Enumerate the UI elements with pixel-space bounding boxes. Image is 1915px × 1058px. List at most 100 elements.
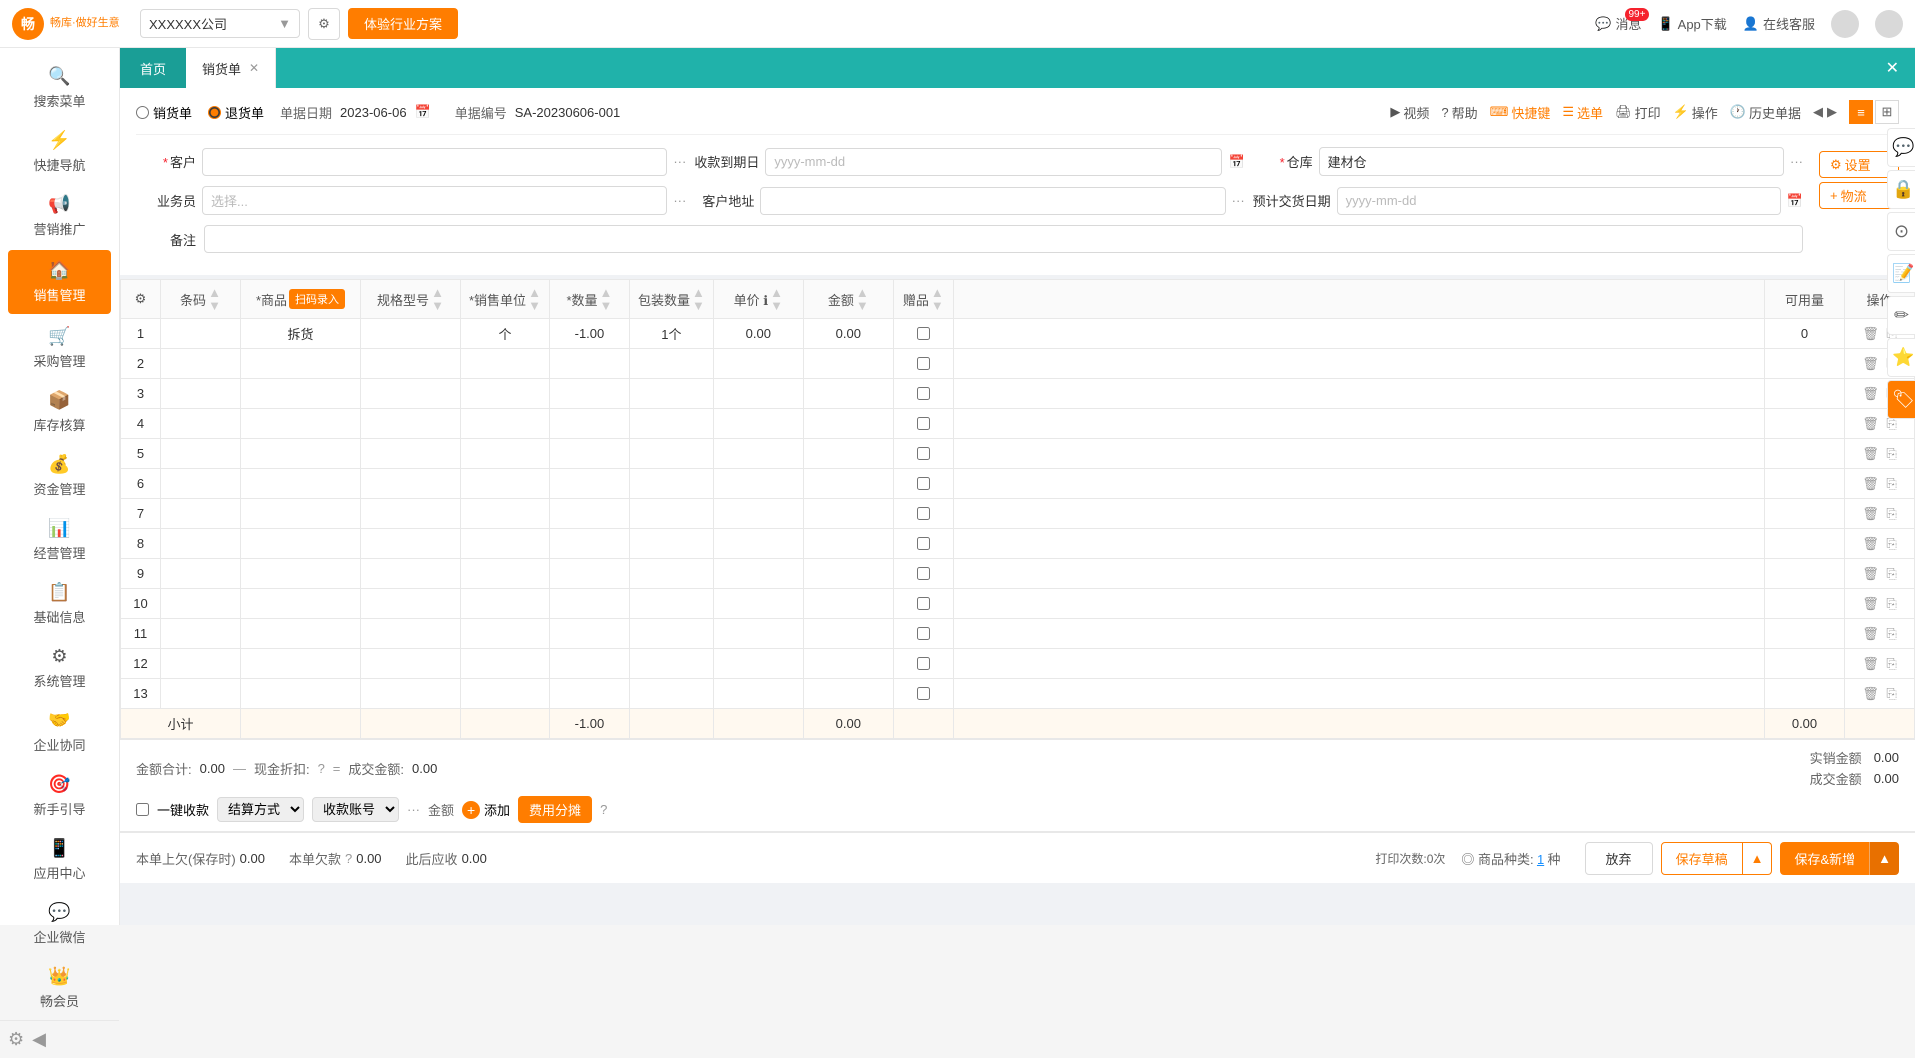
- sidebar-item-purchase[interactable]: 🛒 采购管理: [0, 316, 119, 380]
- row-product[interactable]: [241, 379, 361, 409]
- add-amount-btn[interactable]: +: [462, 801, 480, 819]
- row-product[interactable]: [241, 469, 361, 499]
- row-price[interactable]: [713, 379, 803, 409]
- sidebar-item-member[interactable]: 👑 畅会员: [0, 956, 119, 1020]
- select-action[interactable]: ☰ 选单: [1562, 103, 1603, 122]
- delete-icon[interactable]: 🗑: [1862, 536, 1879, 551]
- row-barcode[interactable]: [161, 619, 241, 649]
- row-qty[interactable]: [549, 649, 629, 679]
- row-qty[interactable]: -1.00: [549, 319, 629, 349]
- sidebar-item-finance[interactable]: 💰 资金管理: [0, 444, 119, 508]
- rp-circle-btn[interactable]: ⊙: [1887, 212, 1915, 251]
- row-qty[interactable]: [549, 679, 629, 709]
- row-price[interactable]: [713, 559, 803, 589]
- sidebar-item-basic[interactable]: 📋 基础信息: [0, 572, 119, 636]
- list-view-btn[interactable]: ≡: [1849, 100, 1873, 124]
- gift-checkbox[interactable]: [917, 477, 930, 490]
- operation-action[interactable]: ⚡ 操作: [1673, 103, 1718, 122]
- save-draft-main-btn[interactable]: 保存草稿: [1661, 842, 1743, 875]
- copy-icon[interactable]: ⎘: [1886, 656, 1896, 671]
- sidebar-item-operations[interactable]: 📊 经营管理: [0, 508, 119, 572]
- row-unit[interactable]: [461, 469, 550, 499]
- payment-due-input[interactable]: yyyy-mm-dd: [765, 148, 1222, 176]
- scan-btn[interactable]: 扫码录入: [289, 289, 345, 309]
- delete-icon[interactable]: 🗑: [1862, 326, 1879, 341]
- row-packqty[interactable]: [629, 649, 713, 679]
- fee-help-icon[interactable]: ?: [600, 802, 607, 817]
- row-price[interactable]: 0.00: [713, 319, 803, 349]
- row-price[interactable]: [713, 589, 803, 619]
- row-price[interactable]: [713, 619, 803, 649]
- row-gift[interactable]: [893, 409, 953, 439]
- row-packqty[interactable]: [629, 439, 713, 469]
- row-barcode[interactable]: [161, 649, 241, 679]
- gift-checkbox[interactable]: [917, 507, 930, 520]
- row-unit[interactable]: [461, 649, 550, 679]
- row-unit[interactable]: [461, 679, 550, 709]
- row-spec[interactable]: [361, 379, 461, 409]
- gift-checkbox[interactable]: [917, 387, 930, 400]
- customer-input[interactable]: [202, 148, 667, 176]
- row-unit[interactable]: [461, 499, 550, 529]
- row-unit[interactable]: [461, 409, 550, 439]
- row-barcode[interactable]: [161, 499, 241, 529]
- copy-icon[interactable]: ⎘: [1886, 446, 1896, 461]
- row-gift[interactable]: [893, 469, 953, 499]
- copy-icon[interactable]: ⎘: [1886, 476, 1896, 491]
- home-tab[interactable]: 首页: [120, 48, 186, 88]
- sidebar-item-shortcut[interactable]: ⚡ 快捷导航: [0, 120, 119, 184]
- warehouse-input[interactable]: 建材仓: [1319, 147, 1784, 176]
- delete-icon[interactable]: 🗑: [1862, 446, 1879, 461]
- row-barcode[interactable]: [161, 529, 241, 559]
- row-product[interactable]: [241, 619, 361, 649]
- rp-star-btn[interactable]: ⭐: [1887, 338, 1915, 377]
- row-product[interactable]: [241, 499, 361, 529]
- delete-icon[interactable]: 🗑: [1862, 506, 1879, 521]
- row-spec[interactable]: [361, 589, 461, 619]
- tab-close-icon[interactable]: ✕: [249, 61, 259, 75]
- row-amount[interactable]: [803, 619, 893, 649]
- row-gift[interactable]: [893, 559, 953, 589]
- delete-icon[interactable]: 🗑: [1862, 596, 1879, 611]
- row-gift[interactable]: [893, 649, 953, 679]
- row-gift[interactable]: [893, 589, 953, 619]
- row-spec[interactable]: [361, 559, 461, 589]
- row-amount[interactable]: [803, 529, 893, 559]
- row-packqty[interactable]: [629, 589, 713, 619]
- rp-edit-btn[interactable]: ✏: [1887, 296, 1915, 335]
- warehouse-dots-icon[interactable]: ···: [1790, 154, 1803, 169]
- user-avatar[interactable]: [1831, 10, 1859, 38]
- row-price[interactable]: [713, 679, 803, 709]
- gift-checkbox[interactable]: [917, 327, 930, 340]
- notes-input[interactable]: [204, 225, 1803, 253]
- row-qty[interactable]: [549, 529, 629, 559]
- row-product[interactable]: [241, 529, 361, 559]
- sidebar-item-wechat[interactable]: 💬 企业微信: [0, 892, 119, 956]
- gift-checkbox[interactable]: [917, 537, 930, 550]
- rp-lock-btn[interactable]: 🔒: [1887, 170, 1915, 209]
- copy-icon[interactable]: ⎘: [1886, 506, 1896, 521]
- delivery-calendar-icon[interactable]: 📅: [1787, 193, 1803, 209]
- row-spec[interactable]: [361, 319, 461, 349]
- return-radio-input[interactable]: [208, 106, 221, 119]
- row-packqty[interactable]: [629, 409, 713, 439]
- sidebar-item-guide[interactable]: 🎯 新手引导: [0, 764, 119, 828]
- row-qty[interactable]: [549, 559, 629, 589]
- row-product[interactable]: [241, 409, 361, 439]
- sales-order-radio[interactable]: 销货单: [136, 103, 192, 122]
- one-click-payment-checkbox[interactable]: [136, 803, 149, 816]
- row-gift[interactable]: [893, 619, 953, 649]
- row-spec[interactable]: [361, 349, 461, 379]
- row-unit[interactable]: [461, 559, 550, 589]
- rp-note-btn[interactable]: 📝: [1887, 254, 1915, 293]
- row-product[interactable]: [241, 439, 361, 469]
- rp-chat-btn[interactable]: 💬: [1887, 128, 1915, 167]
- row-packqty[interactable]: [629, 559, 713, 589]
- row-unit[interactable]: [461, 379, 550, 409]
- sidebar-item-apps[interactable]: 📱 应用中心: [0, 828, 119, 892]
- gift-checkbox[interactable]: [917, 417, 930, 430]
- row-unit[interactable]: [461, 349, 550, 379]
- row-packqty[interactable]: [629, 469, 713, 499]
- row-gift[interactable]: [893, 439, 953, 469]
- account-dots-icon[interactable]: ···: [407, 802, 420, 817]
